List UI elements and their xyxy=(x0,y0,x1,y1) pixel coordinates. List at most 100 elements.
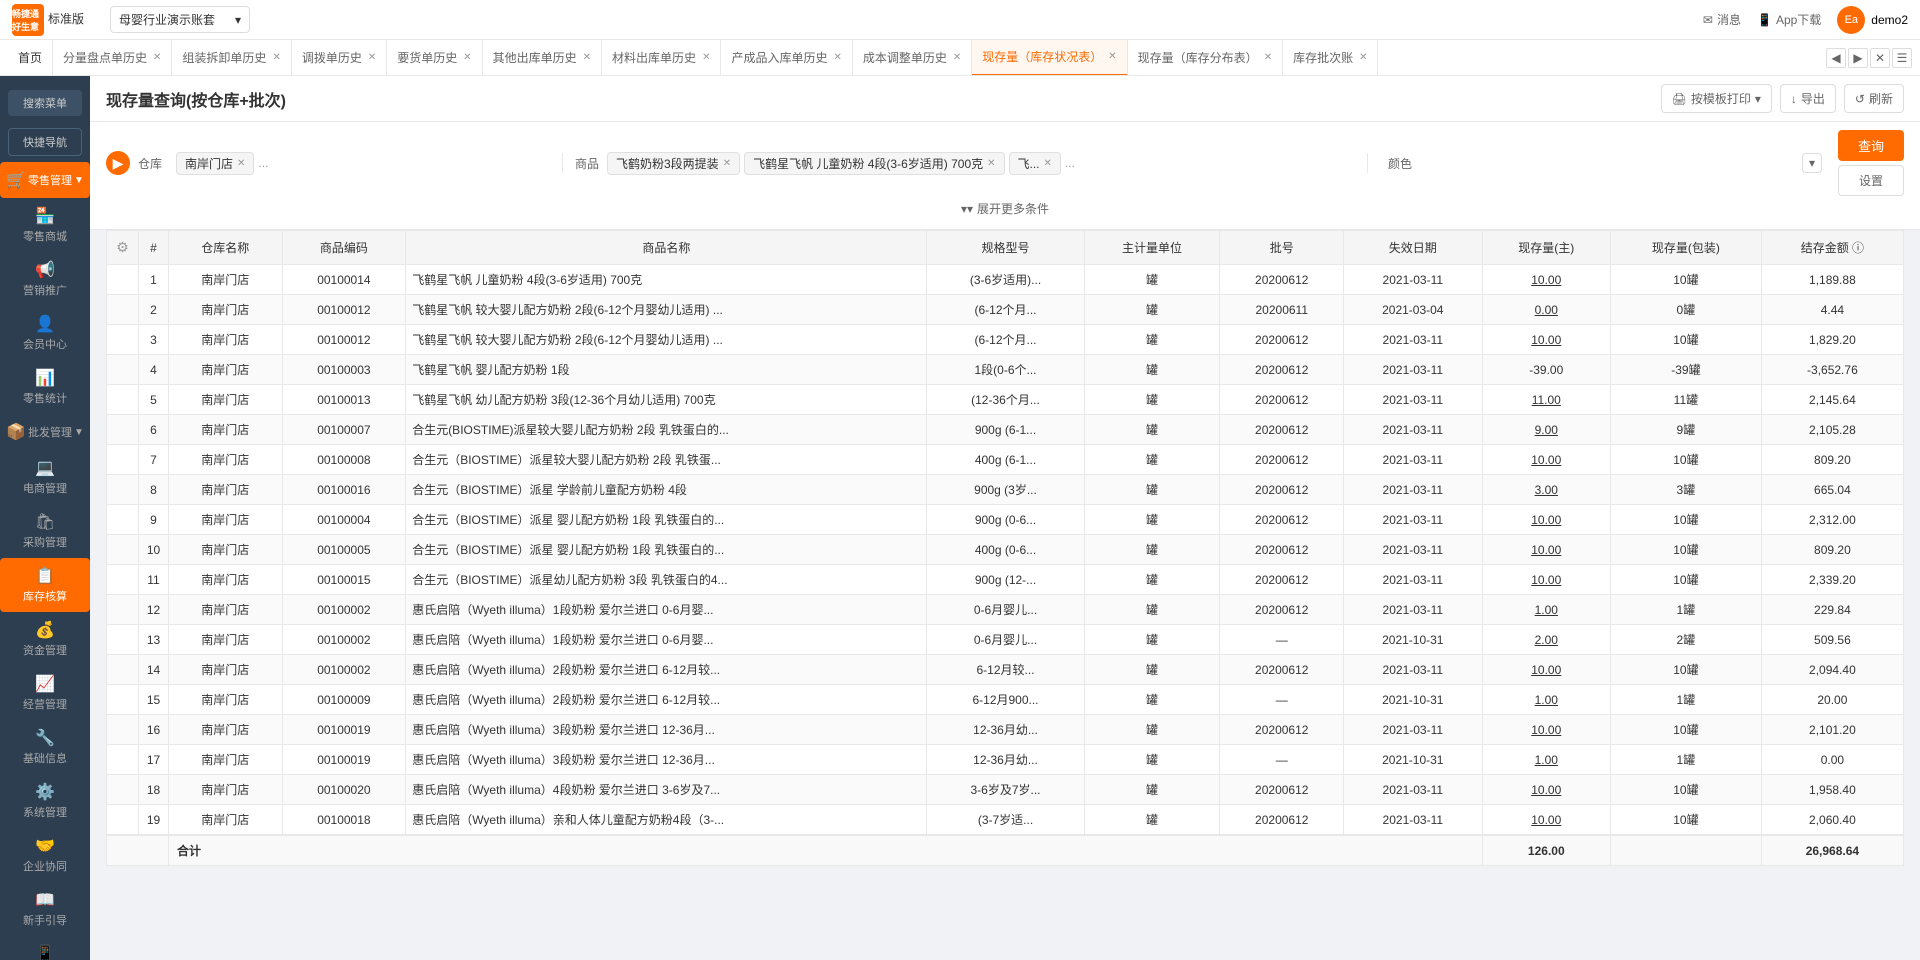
color-dropdown-btn[interactable]: ▾ xyxy=(1802,153,1822,173)
row-warehouse-5: 南岸门店 xyxy=(169,415,283,445)
product-tag-close-2[interactable]: ✕ xyxy=(987,158,995,169)
user-area[interactable]: Ea demo2 xyxy=(1837,6,1908,34)
refresh-btn[interactable]: ↺ 刷新 xyxy=(1844,84,1904,113)
row-qty-14[interactable]: 1.00 xyxy=(1482,685,1610,715)
tab-product-in[interactable]: 产成品入库单历史 ✕ xyxy=(721,40,852,76)
product-more[interactable]: ... xyxy=(1065,156,1075,170)
sidebar-item-stock[interactable]: 📋 库存核算 xyxy=(0,558,90,612)
row-qty-9[interactable]: 10.00 xyxy=(1482,535,1610,565)
tab-close-query[interactable]: ✕ xyxy=(368,52,376,63)
tab-other-out[interactable]: 其他出库单历史 ✕ xyxy=(483,40,602,76)
search-menu-btn[interactable]: 搜索菜单 xyxy=(8,90,82,116)
username-label: demo2 xyxy=(1871,13,1908,27)
product-tag-2[interactable]: 飞鹤星飞帆 儿童奶粉 4段(3-6岁适用) 700克 ✕ xyxy=(744,152,1004,175)
tab-close-require[interactable]: ✕ xyxy=(463,52,471,63)
message-btn[interactable]: ✉ 消息 xyxy=(1703,11,1741,28)
sidebar-item-purchase[interactable]: 🛍 采购管理 xyxy=(0,504,90,558)
tab-prev-btn[interactable]: ◀ xyxy=(1826,48,1846,68)
tab-split[interactable]: 分量盘点单历史 ✕ xyxy=(53,40,172,76)
print-btn[interactable]: 🖨 按模板打印 ▾ xyxy=(1661,84,1772,113)
product-tag-1[interactable]: 飞鹤奶粉3段两提装 ✕ xyxy=(607,152,740,175)
expand-conditions-btn[interactable]: ▾▾ 展开更多条件 xyxy=(961,200,1049,217)
export-btn[interactable]: ↓ 导出 xyxy=(1780,84,1836,113)
row-qty-10[interactable]: 10.00 xyxy=(1482,565,1610,595)
warehouse-tag-1[interactable]: 南岸门店 ✕ xyxy=(176,152,254,175)
tab-close-cost-adjust[interactable]: ✕ xyxy=(953,52,961,63)
sidebar-item-newguide[interactable]: 📖 新手引导 xyxy=(0,882,90,936)
sidebar-item-marketing[interactable]: 📢 营销推广 xyxy=(0,252,90,306)
row-qty-2[interactable]: 10.00 xyxy=(1482,325,1610,355)
sidebar-item-appcenter[interactable]: 📱 应用中心 xyxy=(0,936,90,960)
warehouse-tag-close-1[interactable]: ✕ xyxy=(237,158,245,169)
row-qty-15[interactable]: 10.00 xyxy=(1482,715,1610,745)
finance-icon: 💰 xyxy=(35,620,55,640)
tab-close-disassemble[interactable]: ✕ xyxy=(272,52,280,63)
row-qty-7[interactable]: 3.00 xyxy=(1482,475,1610,505)
tab-close-other-out[interactable]: ✕ xyxy=(583,52,591,63)
row-num-11: 12 xyxy=(139,595,169,625)
product-tag-close-3[interactable]: ✕ xyxy=(1044,158,1052,169)
row-num-9: 10 xyxy=(139,535,169,565)
tab-cost-adjust[interactable]: 成本调整单历史 ✕ xyxy=(853,40,972,76)
download-btn[interactable]: 📱 App下载 xyxy=(1757,11,1821,28)
tab-close-product-in[interactable]: ✕ xyxy=(833,52,841,63)
tab-close-stock-dist[interactable]: ✕ xyxy=(1264,52,1272,63)
tab-stock-dist[interactable]: 现存量（库存分布表） ✕ xyxy=(1128,40,1283,76)
row-qty-5[interactable]: 9.00 xyxy=(1482,415,1610,445)
tab-disassemble[interactable]: 组装拆卸单历史 ✕ xyxy=(172,40,291,76)
row-qty-11[interactable]: 1.00 xyxy=(1482,595,1610,625)
tab-close-current-btn[interactable]: ✕ xyxy=(1870,48,1890,68)
row-qty-6[interactable]: 10.00 xyxy=(1482,445,1610,475)
row-qty-17[interactable]: 10.00 xyxy=(1482,775,1610,805)
sidebar-item-operations[interactable]: 📈 经营管理 xyxy=(0,666,90,720)
row-settings-7 xyxy=(107,475,139,505)
product-tag-close-1[interactable]: ✕ xyxy=(723,158,731,169)
sidebar-item-member[interactable]: 👤 会员中心 xyxy=(0,306,90,360)
sidebar-item-finance[interactable]: 💰 资金管理 xyxy=(0,612,90,666)
row-qty-0[interactable]: 10.00 xyxy=(1482,265,1610,295)
sidebar-item-system[interactable]: ⚙️ 系统管理 xyxy=(0,774,90,828)
row-qty-16[interactable]: 1.00 xyxy=(1482,745,1610,775)
row-qty-12[interactable]: 2.00 xyxy=(1482,625,1610,655)
tab-stock-status[interactable]: 现存量（库存状况表） ✕ xyxy=(972,40,1127,76)
industry-selector[interactable]: 母婴行业演示账套 ▾ xyxy=(110,6,250,33)
quick-nav-btn[interactable]: 快捷导航 xyxy=(8,128,82,156)
tab-batch-ledger[interactable]: 库存批次账 ✕ xyxy=(1283,40,1378,76)
tab-material-out[interactable]: 材料出库单历史 ✕ xyxy=(602,40,721,76)
tab-home[interactable]: 首页 xyxy=(8,40,53,76)
tab-menu-btn[interactable]: ☰ xyxy=(1892,48,1912,68)
logo-icon: 畅捷通好生意 xyxy=(12,4,44,36)
tab-query[interactable]: 调拨单历史 ✕ xyxy=(292,40,387,76)
tab-close-batch-ledger[interactable]: ✕ xyxy=(1359,52,1367,63)
settings-btn[interactable]: 设置 xyxy=(1838,165,1904,196)
row-qty-4[interactable]: 11.00 xyxy=(1482,385,1610,415)
sidebar-item-basics[interactable]: 🔧 基础信息 xyxy=(0,720,90,774)
query-btn[interactable]: 查询 xyxy=(1838,130,1904,161)
warehouse-more[interactable]: ... xyxy=(258,156,268,170)
tab-close-stock-status[interactable]: ✕ xyxy=(1108,51,1116,62)
row-qty-1[interactable]: 0.00 xyxy=(1482,295,1610,325)
col-settings[interactable]: ⚙ xyxy=(107,231,139,265)
sidebar-item-retail[interactable]: 🛒 零售管理 ▼ xyxy=(0,162,90,198)
product-tag-3[interactable]: 飞... ✕ xyxy=(1009,152,1061,175)
row-amount-15: 2,101.20 xyxy=(1761,715,1903,745)
tab-next-btn[interactable]: ▶ xyxy=(1848,48,1868,68)
row-unit-14: 罐 xyxy=(1084,685,1220,715)
filter-toggle-btn[interactable]: ▶ xyxy=(106,151,130,175)
summary-row: 合计 126.00 26,968.64 xyxy=(107,835,1904,866)
tab-close-split[interactable]: ✕ xyxy=(153,52,161,63)
tab-close-material-out[interactable]: ✕ xyxy=(702,52,710,63)
row-qty-18[interactable]: 10.00 xyxy=(1482,805,1610,836)
row-qty-13[interactable]: 10.00 xyxy=(1482,655,1610,685)
table-row: 3 南岸门店 00100012 飞鹤星飞帆 较大婴儿配方奶粉 2段(6-12个月… xyxy=(107,325,1904,355)
settings-col-icon[interactable]: ⚙ xyxy=(116,239,129,255)
sidebar-item-wholesale[interactable]: 📦 批发管理 ▼ xyxy=(0,414,90,450)
row-qty-8[interactable]: 10.00 xyxy=(1482,505,1610,535)
tab-require[interactable]: 要货单历史 ✕ xyxy=(387,40,482,76)
sidebar-item-enterprise[interactable]: 🤝 企业协同 xyxy=(0,828,90,882)
table-row: 10 南岸门店 00100005 合生元（BIOSTIME）派星 婴儿配方奶粉 … xyxy=(107,535,1904,565)
sidebar-item-ecommerce[interactable]: 💻 电商管理 xyxy=(0,450,90,504)
sidebar-item-retail-stats[interactable]: 📊 零售统计 xyxy=(0,360,90,414)
sidebar-item-retail-shop[interactable]: 🏪 零售商城 xyxy=(0,198,90,252)
row-qty-3[interactable]: -39.00 xyxy=(1482,355,1610,385)
